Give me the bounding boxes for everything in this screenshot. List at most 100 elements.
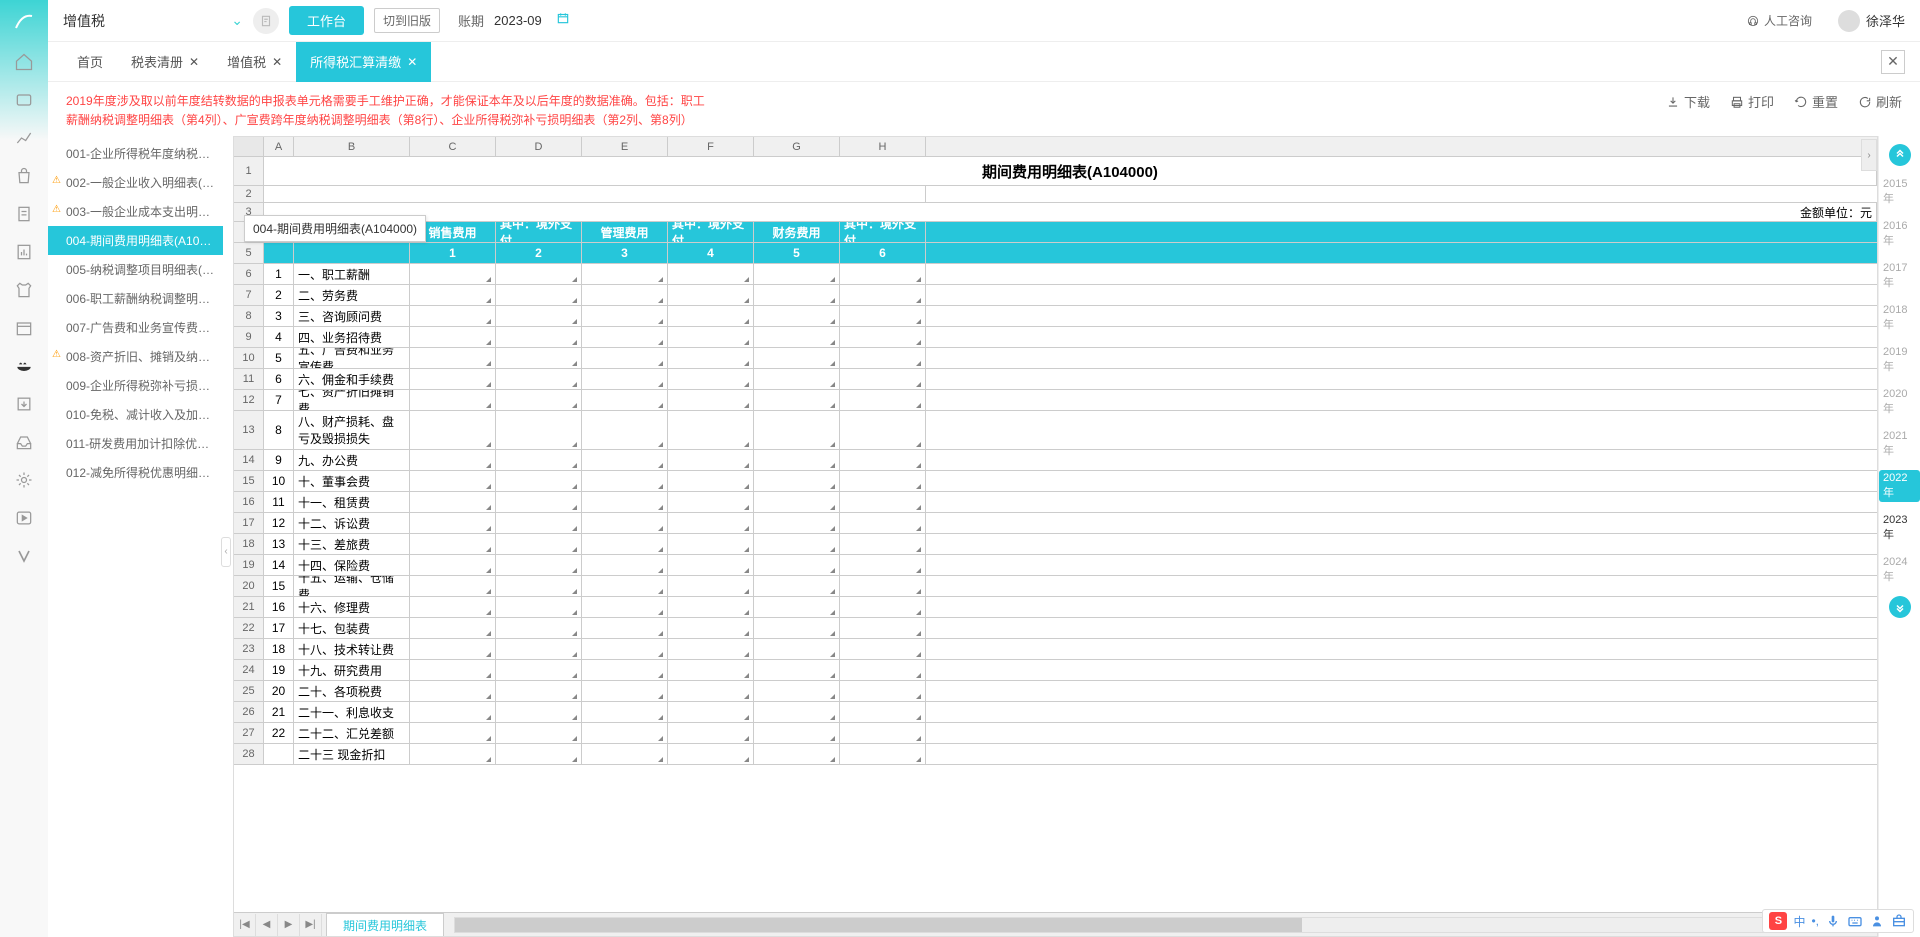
data-cell[interactable]	[582, 492, 668, 512]
data-cell[interactable]	[668, 285, 754, 305]
data-cell[interactable]	[668, 264, 754, 284]
row-header[interactable]: 21	[234, 597, 264, 617]
data-cell[interactable]	[410, 660, 496, 680]
data-cell[interactable]	[582, 744, 668, 764]
year-scroll-up[interactable]	[1889, 144, 1911, 166]
data-cell[interactable]	[840, 618, 926, 638]
data-cell[interactable]	[754, 576, 840, 596]
data-cell[interactable]	[840, 471, 926, 491]
form-list-item[interactable]: 012-减免所得税优惠明细表(...	[48, 458, 223, 487]
form-list-item[interactable]: ⚠003-一般企业成本支出明细...	[48, 197, 223, 226]
row-header[interactable]: 20	[234, 576, 264, 596]
data-cell[interactable]	[668, 597, 754, 617]
data-cell[interactable]	[582, 411, 668, 449]
data-cell[interactable]	[840, 390, 926, 410]
data-cell[interactable]	[840, 285, 926, 305]
data-cell[interactable]	[496, 327, 582, 347]
export-icon[interactable]	[14, 394, 34, 414]
data-cell[interactable]	[582, 327, 668, 347]
data-cell[interactable]	[410, 327, 496, 347]
ime-mic-icon[interactable]	[1825, 913, 1841, 929]
row-header[interactable]: 25	[234, 681, 264, 701]
data-cell[interactable]	[668, 411, 754, 449]
col-header[interactable]: G	[754, 137, 840, 156]
data-cell[interactable]	[410, 639, 496, 659]
year-2023年[interactable]: 2023年	[1879, 512, 1920, 544]
inbox-icon[interactable]	[14, 432, 34, 452]
data-cell[interactable]	[668, 390, 754, 410]
ime-keyboard-icon[interactable]	[1847, 913, 1863, 929]
data-cell[interactable]	[582, 681, 668, 701]
data-cell[interactable]	[840, 513, 926, 533]
chart-icon[interactable]	[14, 128, 34, 148]
data-cell[interactable]	[410, 390, 496, 410]
form-list-item[interactable]: 001-企业所得税年度纳税申...	[48, 139, 223, 168]
row-header[interactable]: 2	[234, 186, 264, 202]
data-cell[interactable]	[496, 306, 582, 326]
row-header[interactable]: 5	[234, 243, 264, 263]
note-button[interactable]	[253, 8, 279, 34]
data-cell[interactable]	[754, 702, 840, 722]
data-cell[interactable]	[582, 597, 668, 617]
data-cell[interactable]	[668, 492, 754, 512]
form-list-item[interactable]: 007-广告费和业务宣传费跨...	[48, 313, 223, 342]
data-cell[interactable]	[754, 471, 840, 491]
data-cell[interactable]	[582, 576, 668, 596]
data-cell[interactable]	[668, 639, 754, 659]
data-cell[interactable]	[496, 285, 582, 305]
sheet-nav-next[interactable]: ▶	[278, 914, 300, 936]
data-cell[interactable]	[668, 450, 754, 470]
data-cell[interactable]	[582, 306, 668, 326]
data-cell[interactable]	[582, 702, 668, 722]
data-cell[interactable]	[840, 450, 926, 470]
data-cell[interactable]	[410, 576, 496, 596]
data-cell[interactable]	[754, 513, 840, 533]
row-header[interactable]: 9	[234, 327, 264, 347]
year-2020年[interactable]: 2020年	[1879, 386, 1920, 418]
data-cell[interactable]	[496, 411, 582, 449]
data-cell[interactable]	[840, 639, 926, 659]
data-cell[interactable]	[668, 306, 754, 326]
tab-增值税[interactable]: 增值税✕	[213, 42, 296, 82]
data-cell[interactable]	[840, 597, 926, 617]
year-2016年[interactable]: 2016年	[1879, 218, 1920, 250]
data-cell[interactable]	[754, 660, 840, 680]
data-cell[interactable]	[582, 660, 668, 680]
sheet-nav-last[interactable]: ▶|	[300, 914, 322, 936]
doc-icon[interactable]	[14, 204, 34, 224]
data-cell[interactable]	[754, 639, 840, 659]
data-cell[interactable]	[668, 702, 754, 722]
data-cell[interactable]	[582, 285, 668, 305]
row-header[interactable]: 17	[234, 513, 264, 533]
report-icon[interactable]	[14, 242, 34, 262]
data-cell[interactable]	[754, 264, 840, 284]
row-header[interactable]: 1	[234, 157, 264, 185]
tax-type-selector[interactable]: 增值税 ⌄	[63, 11, 243, 31]
bag-icon[interactable]	[14, 166, 34, 186]
year-2018年[interactable]: 2018年	[1879, 302, 1920, 334]
sheet-tab[interactable]: 期间费用明细表	[326, 913, 444, 937]
data-cell[interactable]	[668, 681, 754, 701]
tab-税表清册[interactable]: 税表清册✕	[117, 42, 213, 82]
data-cell[interactable]	[754, 597, 840, 617]
data-cell[interactable]	[496, 681, 582, 701]
bowl-icon[interactable]	[14, 356, 34, 376]
data-cell[interactable]	[496, 555, 582, 575]
data-cell[interactable]	[840, 681, 926, 701]
play-icon[interactable]	[14, 508, 34, 528]
form-list-item[interactable]: 009-企业所得税弥补亏损明...	[48, 371, 223, 400]
collapse-handle[interactable]: ‹	[221, 537, 231, 567]
data-cell[interactable]	[754, 411, 840, 449]
ime-toolbar[interactable]: S 中 •,	[1762, 909, 1914, 933]
data-cell[interactable]	[754, 327, 840, 347]
form-list-item[interactable]: 010-免税、减计收入及加计...	[48, 400, 223, 429]
data-cell[interactable]	[496, 597, 582, 617]
data-cell[interactable]	[754, 306, 840, 326]
card-icon[interactable]	[14, 90, 34, 110]
col-header[interactable]: H	[840, 137, 926, 156]
sheet-nav-prev[interactable]: ◀	[256, 914, 278, 936]
data-cell[interactable]	[496, 723, 582, 743]
data-cell[interactable]	[582, 390, 668, 410]
v-icon[interactable]	[14, 546, 34, 566]
data-cell[interactable]	[840, 723, 926, 743]
